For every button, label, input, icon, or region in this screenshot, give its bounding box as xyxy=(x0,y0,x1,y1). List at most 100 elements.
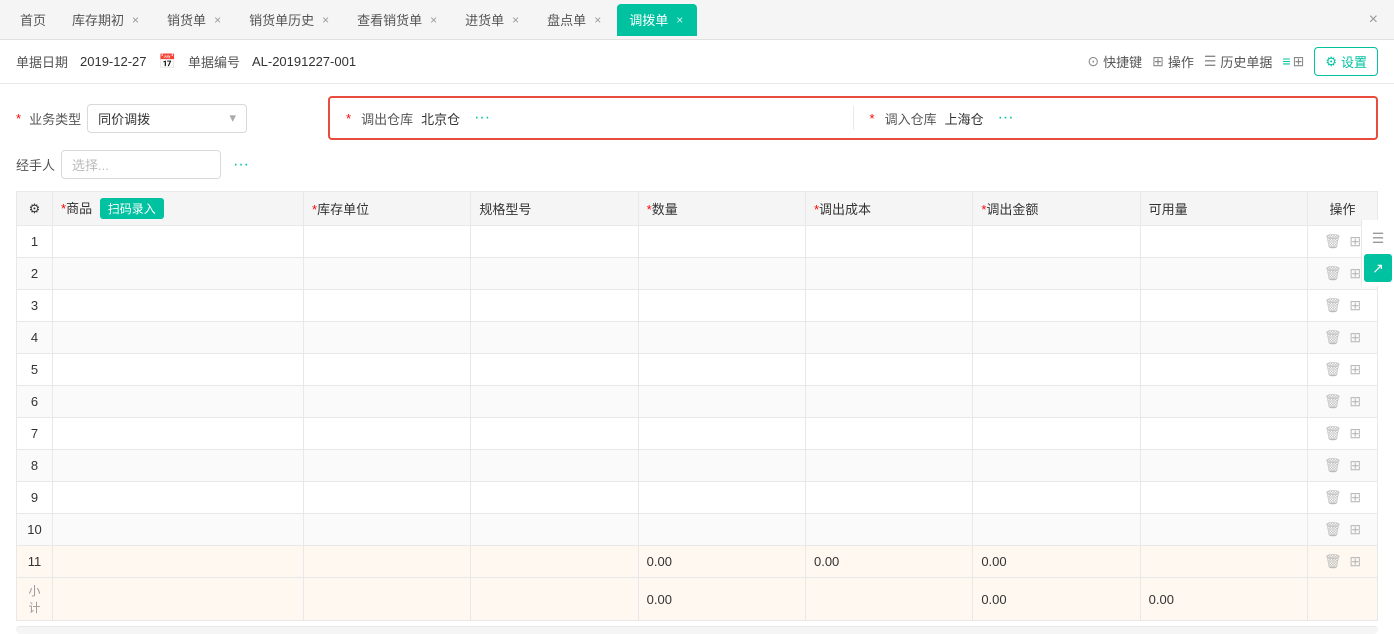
unit-cell[interactable] xyxy=(304,226,471,258)
amount-cell[interactable] xyxy=(973,290,1140,322)
qty-cell[interactable] xyxy=(638,226,805,258)
spec-cell[interactable] xyxy=(471,226,638,258)
spec-cell[interactable] xyxy=(471,514,638,546)
delete-icon[interactable]: 🗑 xyxy=(1322,391,1344,411)
sidebar-list-icon[interactable]: ☰ xyxy=(1364,224,1392,252)
amount-cell[interactable] xyxy=(973,354,1140,386)
cost-cell[interactable] xyxy=(805,322,972,354)
delete-icon[interactable]: 🗑 xyxy=(1322,455,1344,475)
layout-list-icon[interactable]: ≡ xyxy=(1282,53,1290,70)
cost-cell[interactable] xyxy=(805,258,972,290)
amount-cell[interactable] xyxy=(973,450,1140,482)
window-close-button[interactable]: × xyxy=(1361,7,1386,33)
copy-icon[interactable]: ⊞ xyxy=(1347,391,1363,411)
tab-purchase[interactable]: 进货单 × xyxy=(453,4,533,36)
delete-icon[interactable]: 🗑 xyxy=(1322,423,1344,443)
copy-icon[interactable]: ⊞ xyxy=(1347,423,1363,443)
out-warehouse-dots[interactable]: ··· xyxy=(474,109,490,127)
layout-grid-icon[interactable]: ⊞ xyxy=(1293,53,1305,70)
tab-inventory-init[interactable]: 库存期初 × xyxy=(60,4,153,36)
cost-cell[interactable] xyxy=(805,226,972,258)
spec-cell[interactable] xyxy=(471,450,638,482)
qty-cell[interactable] xyxy=(638,258,805,290)
unit-cell[interactable] xyxy=(304,258,471,290)
tab-transfer[interactable]: 调拨单 × xyxy=(617,4,697,36)
qty-cell[interactable] xyxy=(638,290,805,322)
copy-icon[interactable]: ⊞ xyxy=(1347,487,1363,507)
tab-sales-order[interactable]: 销货单 × xyxy=(155,4,235,36)
amount-cell[interactable] xyxy=(973,258,1140,290)
tab-transfer-close[interactable]: × xyxy=(674,13,685,27)
tab-sales-history-close[interactable]: × xyxy=(320,13,331,27)
tab-inventory-check[interactable]: 盘点单 × xyxy=(535,4,615,36)
unit-cell[interactable] xyxy=(304,514,471,546)
cost-cell[interactable] xyxy=(805,514,972,546)
unit-cell[interactable] xyxy=(304,354,471,386)
calendar-icon[interactable]: 📅 xyxy=(159,53,176,70)
bottom-scrollbar[interactable] xyxy=(16,626,1378,634)
copy-icon[interactable]: ⊞ xyxy=(1347,327,1363,347)
delete-icon[interactable]: 🗑 xyxy=(1322,263,1344,283)
tab-home[interactable]: 首页 xyxy=(8,4,58,36)
scan-button[interactable]: 扫码录入 xyxy=(100,198,164,219)
spec-cell[interactable] xyxy=(471,418,638,450)
in-warehouse-dots[interactable]: ··· xyxy=(998,109,1014,127)
qty-cell[interactable] xyxy=(638,450,805,482)
sidebar-export-icon[interactable]: ↗ xyxy=(1364,254,1392,282)
goods-cell[interactable] xyxy=(53,354,304,386)
tab-inventory-init-close[interactable]: × xyxy=(130,13,141,27)
unit-cell[interactable] xyxy=(304,322,471,354)
settings-button[interactable]: ⚙ 设置 xyxy=(1314,47,1378,76)
amount-cell[interactable] xyxy=(973,482,1140,514)
amount-cell[interactable] xyxy=(973,418,1140,450)
qty-cell[interactable] xyxy=(638,354,805,386)
goods-cell[interactable] xyxy=(53,226,304,258)
delete-icon[interactable]: 🗑 xyxy=(1322,295,1344,315)
tab-sales-order-close[interactable]: × xyxy=(212,13,223,27)
goods-cell[interactable] xyxy=(53,450,304,482)
goods-cell[interactable] xyxy=(53,482,304,514)
table-settings-icon[interactable]: ⚙ xyxy=(29,201,41,216)
spec-cell[interactable] xyxy=(471,290,638,322)
goods-cell[interactable] xyxy=(53,418,304,450)
delete-icon[interactable]: 🗑 xyxy=(1322,359,1344,379)
amount-cell[interactable] xyxy=(973,514,1140,546)
amount-cell[interactable] xyxy=(973,386,1140,418)
delete-icon[interactable]: 🗑 xyxy=(1322,551,1344,571)
goods-cell[interactable] xyxy=(53,258,304,290)
copy-icon[interactable]: ⊞ xyxy=(1347,295,1363,315)
copy-icon[interactable]: ⊞ xyxy=(1347,359,1363,379)
operations-action[interactable]: ⊞ 操作 xyxy=(1152,52,1194,71)
spec-cell[interactable] xyxy=(471,482,638,514)
tab-inventory-check-close[interactable]: × xyxy=(592,13,603,27)
goods-cell[interactable] xyxy=(53,514,304,546)
tab-view-sales[interactable]: 查看销货单 × xyxy=(345,4,451,36)
qty-cell[interactable] xyxy=(638,514,805,546)
qty-cell[interactable] xyxy=(638,322,805,354)
handler-dots[interactable]: ··· xyxy=(233,156,249,174)
qty-cell[interactable] xyxy=(638,386,805,418)
cost-cell[interactable] xyxy=(805,482,972,514)
copy-icon[interactable]: ⊞ xyxy=(1347,455,1363,475)
tab-sales-history[interactable]: 销货单历史 × xyxy=(237,4,343,36)
unit-cell[interactable] xyxy=(304,290,471,322)
shortcut-action[interactable]: ⊙ 快捷键 xyxy=(1087,52,1142,71)
col-settings-header[interactable]: ⚙ xyxy=(17,192,53,226)
biz-type-select[interactable]: 同价调拨 ▾ xyxy=(87,104,247,133)
goods-cell[interactable] xyxy=(53,290,304,322)
tab-view-sales-close[interactable]: × xyxy=(428,13,439,27)
spec-cell[interactable] xyxy=(471,354,638,386)
goods-cell[interactable] xyxy=(53,322,304,354)
spec-cell[interactable] xyxy=(471,258,638,290)
unit-cell[interactable] xyxy=(304,482,471,514)
delete-icon[interactable]: 🗑 xyxy=(1322,231,1344,251)
history-action[interactable]: ☰ 历史单据 xyxy=(1204,52,1273,71)
copy-icon[interactable]: ⊞ xyxy=(1347,519,1363,539)
qty-cell[interactable] xyxy=(638,418,805,450)
delete-icon[interactable]: 🗑 xyxy=(1322,519,1344,539)
amount-cell[interactable] xyxy=(973,226,1140,258)
handler-select[interactable]: 选择... xyxy=(61,150,221,179)
cost-cell[interactable] xyxy=(805,354,972,386)
qty-cell[interactable] xyxy=(638,482,805,514)
cost-cell[interactable] xyxy=(805,418,972,450)
